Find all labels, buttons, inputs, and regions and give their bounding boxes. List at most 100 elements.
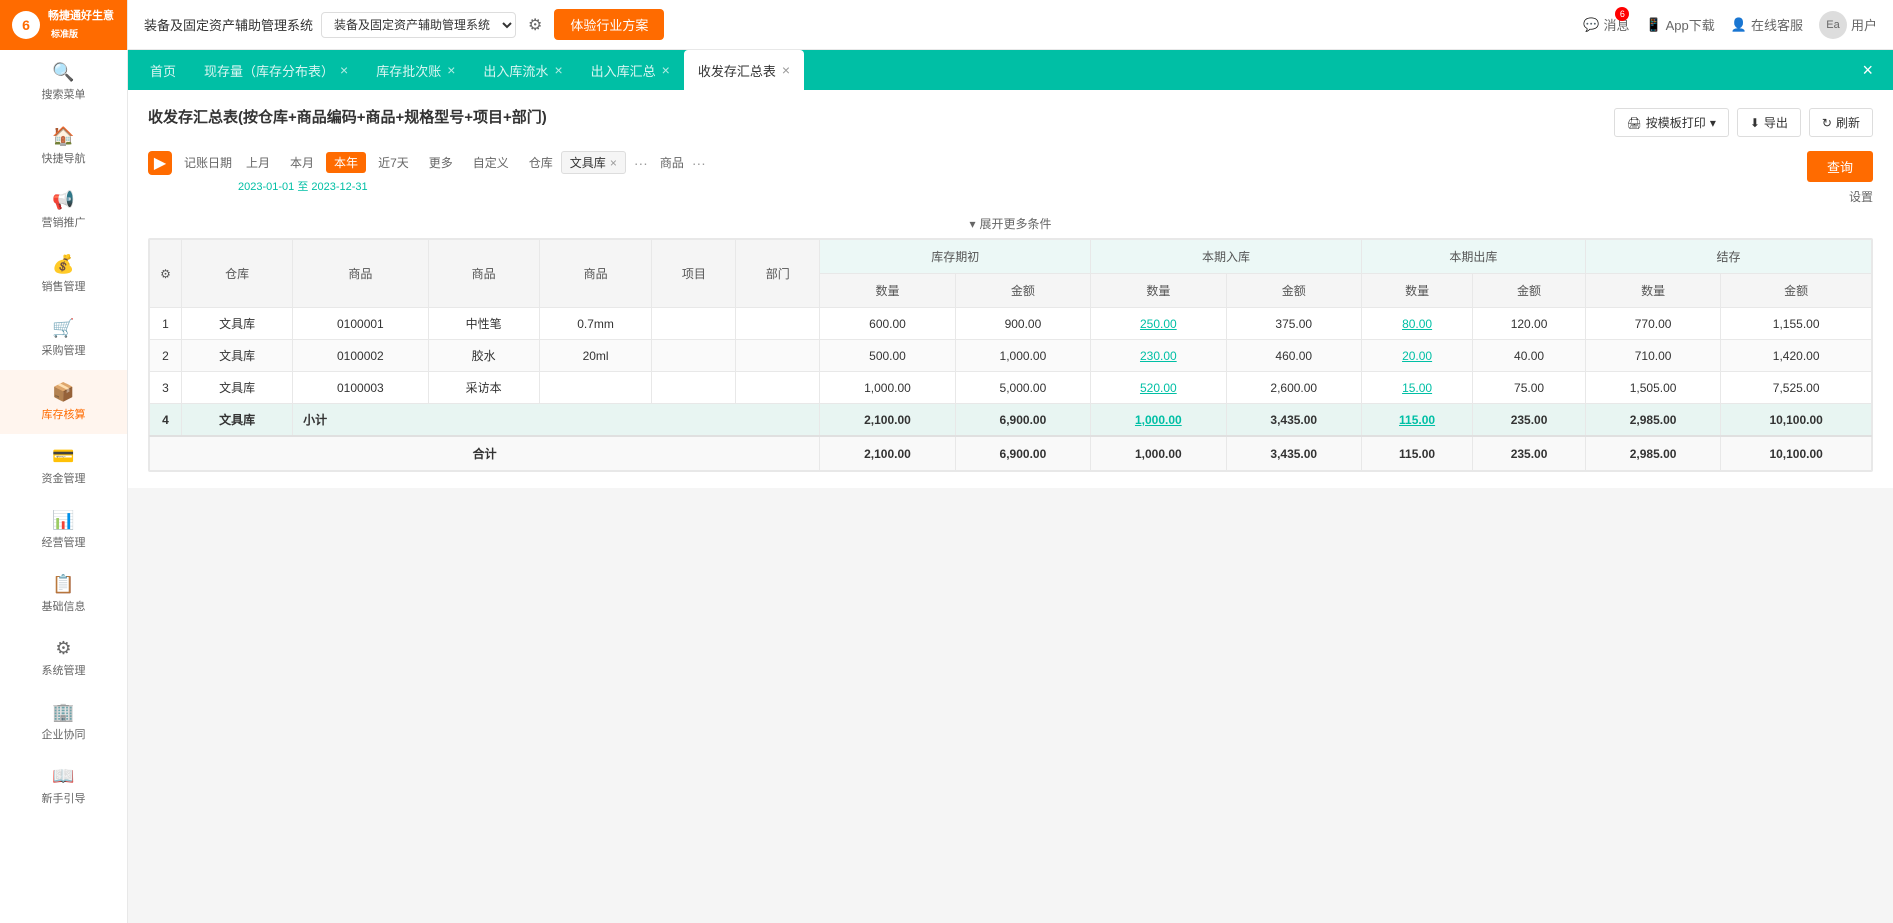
warehouse-more-btn[interactable]: ··· xyxy=(634,155,648,171)
tab-close-icon[interactable]: × xyxy=(340,62,348,78)
home-icon: 🏠 xyxy=(52,126,74,147)
tab-inventory-dist[interactable]: 现存量（库存分布表） × xyxy=(190,50,362,90)
sidebar-logo: 6 畅捷通好生意 标准版 xyxy=(0,0,127,50)
tab-flow[interactable]: 出入库流水 × xyxy=(469,50,576,90)
purchase-icon: 🛒 xyxy=(52,318,74,339)
sidebar-item-purchase[interactable]: 🛒 采购管理 xyxy=(0,306,127,370)
date-btn-this-month[interactable]: 本月 xyxy=(282,152,322,173)
sidebar-item-sales[interactable]: 💰 销售管理 xyxy=(0,242,127,306)
service-icon: 👤 xyxy=(1731,17,1747,33)
user-label: 用户 xyxy=(1851,15,1877,34)
app-download-btn[interactable]: 📱 App下载 xyxy=(1645,15,1714,34)
date-btn-more[interactable]: 更多 xyxy=(421,152,461,173)
sidebar-item-enterprise[interactable]: 🏢 企业协同 xyxy=(0,690,127,754)
logo-title: 畅捷通好生意 xyxy=(48,9,114,23)
date-btn-7days[interactable]: 近7天 xyxy=(370,152,417,173)
col-in-header: 本期入库 xyxy=(1091,240,1362,274)
row-3-out-qty[interactable]: 15.00 xyxy=(1361,372,1472,404)
tab-home-label: 首页 xyxy=(150,61,176,80)
system-select[interactable]: 装备及固定资产辅助管理系统 xyxy=(321,12,516,38)
subtotal-in-qty[interactable]: 1,000.00 xyxy=(1091,404,1226,437)
row-3-goods-spec xyxy=(539,372,652,404)
sidebar-item-label: 企业协同 xyxy=(42,726,86,742)
goods-more-btn[interactable]: ··· xyxy=(692,155,706,171)
row-3-index: 3 xyxy=(150,372,182,404)
row-1-out-qty-link[interactable]: 80.00 xyxy=(1402,317,1432,331)
sidebar-item-operation[interactable]: 📊 经营管理 xyxy=(0,498,127,562)
warehouse-filter: 仓库 文具库 × ··· xyxy=(529,151,648,174)
subtotal-label: 小计 xyxy=(293,404,820,437)
row-1-out-amt: 120.00 xyxy=(1473,308,1586,340)
sidebar-item-label: 销售管理 xyxy=(42,278,86,294)
subtotal-out-qty-link[interactable]: 115.00 xyxy=(1399,413,1435,427)
sidebar-item-search[interactable]: 🔍 搜索菜单 xyxy=(0,50,127,114)
subtotal-opening-amt: 6,900.00 xyxy=(955,404,1090,437)
col-opening-header: 库存期初 xyxy=(820,240,1091,274)
row-1-goods-code: 0100001 xyxy=(293,308,428,340)
sidebar-item-inventory[interactable]: 📦 库存核算 xyxy=(0,370,127,434)
total-row: 合计 2,100.00 6,900.00 1,000.00 3,435.00 1… xyxy=(150,436,1872,471)
warehouse-tag-close[interactable]: × xyxy=(610,156,617,170)
col-settings-gear[interactable]: ⚙ xyxy=(150,240,182,308)
tab-close-icon[interactable]: × xyxy=(447,62,455,78)
tab-batch[interactable]: 库存批次账 × xyxy=(362,50,469,90)
print-btn[interactable]: 🖨 按模板打印 ▾ xyxy=(1614,108,1729,137)
tab-summary[interactable]: 出入库汇总 × xyxy=(577,50,684,90)
online-service-label: 在线客服 xyxy=(1751,15,1803,34)
row-3-in-qty[interactable]: 520.00 xyxy=(1091,372,1226,404)
row-1-out-qty[interactable]: 80.00 xyxy=(1361,308,1472,340)
col-warehouse-header: 仓库 xyxy=(182,240,293,308)
date-btn-this-year[interactable]: 本年 xyxy=(326,152,366,173)
row-2-out-qty-link[interactable]: 20.00 xyxy=(1402,349,1432,363)
tab-close-icon[interactable]: × xyxy=(554,62,562,78)
close-all-tabs-icon[interactable]: × xyxy=(1850,60,1885,81)
table-body: 1 文具库 0100001 中性笔 0.7mm 600.00 900.00 25… xyxy=(150,308,1872,437)
tab-recv-send[interactable]: 收发存汇总表 × xyxy=(684,50,804,90)
row-1-in-qty-link[interactable]: 250.00 xyxy=(1140,317,1177,331)
row-1-goods-name: 中性笔 xyxy=(428,308,539,340)
goods-filter: 商品 ··· xyxy=(660,154,706,171)
row-2-in-qty-link[interactable]: 230.00 xyxy=(1140,349,1177,363)
settings-icon[interactable]: ⚙ xyxy=(524,11,546,39)
col-project-header: 项目 xyxy=(652,240,736,308)
subtotal-in-qty-link[interactable]: 1,000.00 xyxy=(1135,413,1182,427)
date-range-text: 2023-01-01 至 2023-12-31 xyxy=(238,181,368,193)
goods-label: 商品 xyxy=(660,154,684,171)
row-1-department xyxy=(736,308,820,340)
tab-close-active-icon[interactable]: × xyxy=(782,62,790,78)
row-3-project xyxy=(652,372,736,404)
expand-more-btn[interactable]: ▾ 展开更多条件 xyxy=(969,215,1051,232)
row-1-in-qty[interactable]: 250.00 xyxy=(1091,308,1226,340)
filter-expand-btn[interactable]: ▶ xyxy=(148,151,172,175)
total-label: 合计 xyxy=(150,436,820,471)
online-service-btn[interactable]: 👤 在线客服 xyxy=(1731,15,1803,34)
date-btn-last-month[interactable]: 上月 xyxy=(238,152,278,173)
date-btn-custom[interactable]: 自定义 xyxy=(465,152,517,173)
refresh-btn[interactable]: ↻ 刷新 xyxy=(1809,108,1873,137)
setting-link[interactable]: 设置 xyxy=(1849,188,1873,205)
messages-btn[interactable]: 💬 消息 6 xyxy=(1583,15,1629,34)
subtotal-out-qty[interactable]: 115.00 xyxy=(1361,404,1472,437)
sidebar-item-marketing[interactable]: 📢 营销推广 xyxy=(0,178,127,242)
sidebar-item-quick-nav[interactable]: 🏠 快捷导航 xyxy=(0,114,127,178)
sidebar-item-system[interactable]: ⚙ 系统管理 xyxy=(0,626,127,690)
tab-close-icon[interactable]: × xyxy=(662,62,670,78)
tab-home[interactable]: 首页 xyxy=(136,50,190,90)
row-1-warehouse: 文具库 xyxy=(182,308,293,340)
row-2-out-qty[interactable]: 20.00 xyxy=(1361,340,1472,372)
query-btn[interactable]: 查询 xyxy=(1807,151,1873,182)
row-3-out-qty-link[interactable]: 15.00 xyxy=(1402,381,1432,395)
row-3-in-qty-link[interactable]: 520.00 xyxy=(1140,381,1177,395)
row-2-in-qty[interactable]: 230.00 xyxy=(1091,340,1226,372)
sidebar-item-basic-info[interactable]: 📋 基础信息 xyxy=(0,562,127,626)
row-1-opening-qty: 600.00 xyxy=(820,308,955,340)
table-row: 1 文具库 0100001 中性笔 0.7mm 600.00 900.00 25… xyxy=(150,308,1872,340)
experience-btn[interactable]: 体验行业方案 xyxy=(554,9,664,40)
sidebar-item-guide[interactable]: 📖 新手引导 xyxy=(0,754,127,818)
user-menu[interactable]: Ea 用户 xyxy=(1819,11,1877,39)
export-btn[interactable]: ⬇ 导出 xyxy=(1737,108,1801,137)
page-header: 收发存汇总表(按仓库+商品编码+商品+规格型号+项目+部门) 🖨 按模板打印 ▾… xyxy=(148,106,1873,139)
sidebar-item-finance[interactable]: 💳 资金管理 xyxy=(0,434,127,498)
date-label: 记账日期 xyxy=(184,154,232,171)
table-header-row-1: ⚙ 仓库 商品 商品 商品 项目 部门 库存期初 本期入库 本期出库 结存 xyxy=(150,240,1872,274)
